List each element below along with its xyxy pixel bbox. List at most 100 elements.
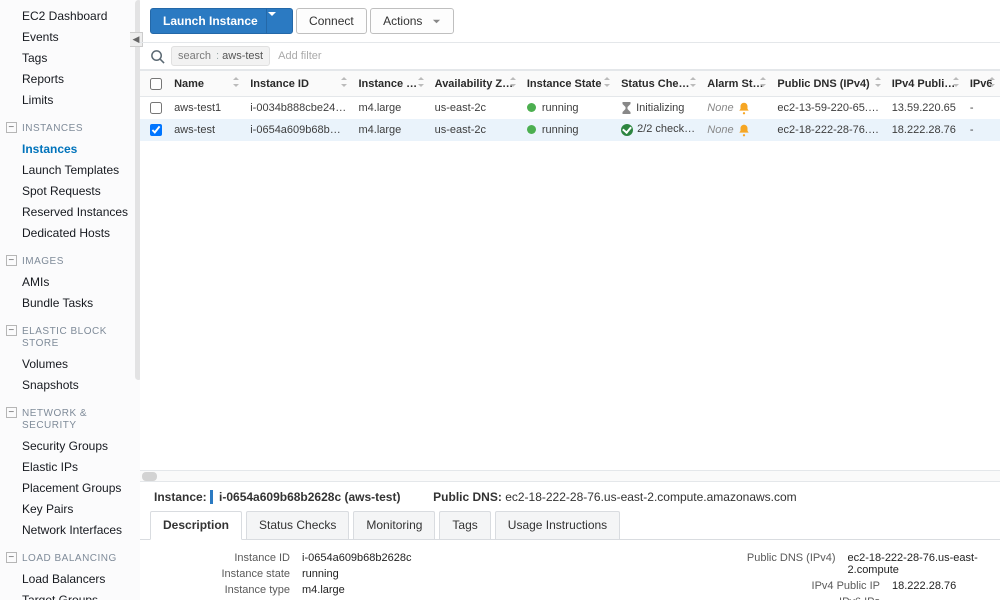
kv-row: IPv6 IPs- xyxy=(722,594,978,600)
sidebar-group-load-balancing[interactable]: −LOAD BALANCING xyxy=(0,549,140,569)
cell-state: running xyxy=(521,119,615,141)
filter-chip-key: search xyxy=(178,50,211,62)
filter-bar: search : aws-test Add filter xyxy=(140,42,1000,70)
filter-chip[interactable]: search : aws-test xyxy=(171,46,270,66)
sidebar-item-security-groups[interactable]: Security Groups xyxy=(0,436,140,457)
kv-row: Instance staterunning xyxy=(162,566,722,582)
add-filter-input[interactable]: Add filter xyxy=(278,50,321,62)
detail-instance-label: Instance: xyxy=(154,490,207,504)
sort-icon[interactable] xyxy=(988,77,996,87)
sidebar-item-key-pairs[interactable]: Key Pairs xyxy=(0,499,140,520)
kv-value: - xyxy=(892,596,896,600)
cell-ip: 18.222.28.76 xyxy=(886,119,964,141)
kv-value: 18.222.28.76 xyxy=(892,580,956,592)
sort-icon[interactable] xyxy=(340,77,348,87)
sidebar-group-elastic-block-store[interactable]: −ELASTIC BLOCK STORE xyxy=(0,322,140,354)
col-availability-zone[interactable]: Availability Zone xyxy=(429,71,521,97)
sidebar-item-instances[interactable]: Instances xyxy=(0,139,140,160)
cell-alarm[interactable]: None xyxy=(701,119,771,141)
sidebar-group-instances[interactable]: −INSTANCES xyxy=(0,119,140,139)
col-instance-id[interactable]: Instance ID xyxy=(244,71,352,97)
sort-icon[interactable] xyxy=(603,77,611,87)
collapse-icon[interactable]: − xyxy=(6,325,17,336)
kv-key: Instance ID xyxy=(162,552,302,564)
sort-icon[interactable] xyxy=(689,77,697,87)
connect-button[interactable]: Connect xyxy=(296,8,367,34)
sort-icon[interactable] xyxy=(417,77,425,87)
col-ipv6[interactable]: IPv6 xyxy=(964,71,1000,97)
sidebar-item-amis[interactable]: AMIs xyxy=(0,272,140,293)
cell-instance-id: i-0654a609b68b2628c xyxy=(244,119,352,141)
launch-instance-split-icon[interactable] xyxy=(266,9,292,33)
search-icon xyxy=(150,49,165,64)
tab-description[interactable]: Description xyxy=(150,511,242,540)
sidebar-item-reports[interactable]: Reports xyxy=(0,69,140,90)
cell-alarm[interactable]: None xyxy=(701,97,771,119)
detail-grid: Instance IDi-0654a609b68b2628cInstance s… xyxy=(140,540,1000,600)
sidebar-item-launch-templates[interactable]: Launch Templates xyxy=(0,160,140,181)
collapse-icon[interactable]: − xyxy=(6,122,17,133)
sidebar-item-target-groups[interactable]: Target Groups xyxy=(0,590,140,600)
table-row[interactable]: aws-test1i-0034b888cbe247575m4.largeus-e… xyxy=(140,97,1000,119)
col-name[interactable]: Name xyxy=(168,71,244,97)
sort-icon[interactable] xyxy=(874,77,882,87)
sort-icon[interactable] xyxy=(232,77,240,87)
tab-tags[interactable]: Tags xyxy=(439,511,490,539)
sort-icon[interactable] xyxy=(952,77,960,87)
kv-value: i-0654a609b68b2628c xyxy=(302,552,412,564)
sidebar-item-limits[interactable]: Limits xyxy=(0,90,140,111)
sidebar-group-network-security[interactable]: −NETWORK & SECURITY xyxy=(0,404,140,436)
sidebar-item-bundle-tasks[interactable]: Bundle Tasks xyxy=(0,293,140,314)
cell-name: aws-test1 xyxy=(168,97,244,119)
collapse-icon[interactable]: − xyxy=(6,407,17,418)
sidebar-item-dedicated-hosts[interactable]: Dedicated Hosts xyxy=(0,223,140,244)
sidebar-item-network-interfaces[interactable]: Network Interfaces xyxy=(0,520,140,541)
sidebar-item-spot-requests[interactable]: Spot Requests xyxy=(0,181,140,202)
tab-usage-instructions[interactable]: Usage Instructions xyxy=(495,511,620,539)
row-checkbox[interactable] xyxy=(150,124,162,136)
detail-panel: Instance: i-0654a609b68b2628c (aws-test)… xyxy=(140,482,1000,600)
collapse-icon[interactable]: − xyxy=(6,255,17,266)
alarm-icon[interactable] xyxy=(737,123,751,137)
sidebar: EC2 DashboardEventsTagsReportsLimits −INS… xyxy=(0,0,140,600)
col-status-checks[interactable]: Status Checks xyxy=(615,71,701,97)
col-instance-state[interactable]: Instance State xyxy=(521,71,615,97)
row-checkbox[interactable] xyxy=(150,102,162,114)
cell-name: aws-test xyxy=(168,119,244,141)
sidebar-item-reserved-instances[interactable]: Reserved Instances xyxy=(0,202,140,223)
cell-checkbox[interactable] xyxy=(140,97,168,119)
sidebar-item-volumes[interactable]: Volumes xyxy=(0,354,140,375)
cell-checkbox[interactable] xyxy=(140,119,168,141)
sidebar-item-snapshots[interactable]: Snapshots xyxy=(0,375,140,396)
col-alarm-status[interactable]: Alarm Status xyxy=(701,71,771,97)
collapse-icon[interactable]: − xyxy=(6,552,17,563)
kv-row: Instance IDi-0654a609b68b2628c xyxy=(162,550,722,566)
col-ipv4-public-ip[interactable]: IPv4 Public IP xyxy=(886,71,964,97)
launch-instance-button[interactable]: Launch Instance xyxy=(150,8,293,34)
actions-button[interactable]: Actions xyxy=(370,8,454,34)
sort-icon[interactable] xyxy=(509,77,517,87)
sidebar-item-elastic-ips[interactable]: Elastic IPs xyxy=(0,457,140,478)
kv-row: IPv4 Public IP18.222.28.76 xyxy=(722,578,978,594)
sidebar-item-placement-groups[interactable]: Placement Groups xyxy=(0,478,140,499)
hourglass-icon xyxy=(621,102,632,114)
col-instance-type[interactable]: Instance Type xyxy=(352,71,428,97)
sort-icon[interactable] xyxy=(759,77,767,87)
sidebar-item-tags[interactable]: Tags xyxy=(0,48,140,69)
tab-monitoring[interactable]: Monitoring xyxy=(353,511,435,539)
col-checkbox[interactable] xyxy=(140,71,168,97)
detail-left-col: Instance IDi-0654a609b68b2628cInstance s… xyxy=(162,550,722,600)
table-row[interactable]: aws-testi-0654a609b68b2628cm4.largeus-ea… xyxy=(140,119,1000,141)
select-all-checkbox[interactable] xyxy=(150,78,162,90)
table-horizontal-scrollbar[interactable] xyxy=(140,470,1000,482)
cell-instance-type: m4.large xyxy=(352,97,428,119)
tab-status-checks[interactable]: Status Checks xyxy=(246,511,349,539)
sidebar-item-events[interactable]: Events xyxy=(0,27,140,48)
scrollbar-thumb[interactable] xyxy=(142,472,157,481)
sidebar-item-load-balancers[interactable]: Load Balancers xyxy=(0,569,140,590)
cell-dns: ec2-18-222-28-76.us-e... xyxy=(771,119,885,141)
col-public-dns-ipv4-[interactable]: Public DNS (IPv4) xyxy=(771,71,885,97)
sidebar-item-ec2-dashboard[interactable]: EC2 Dashboard xyxy=(0,6,140,27)
alarm-icon[interactable] xyxy=(737,101,751,115)
sidebar-group-images[interactable]: −IMAGES xyxy=(0,252,140,272)
